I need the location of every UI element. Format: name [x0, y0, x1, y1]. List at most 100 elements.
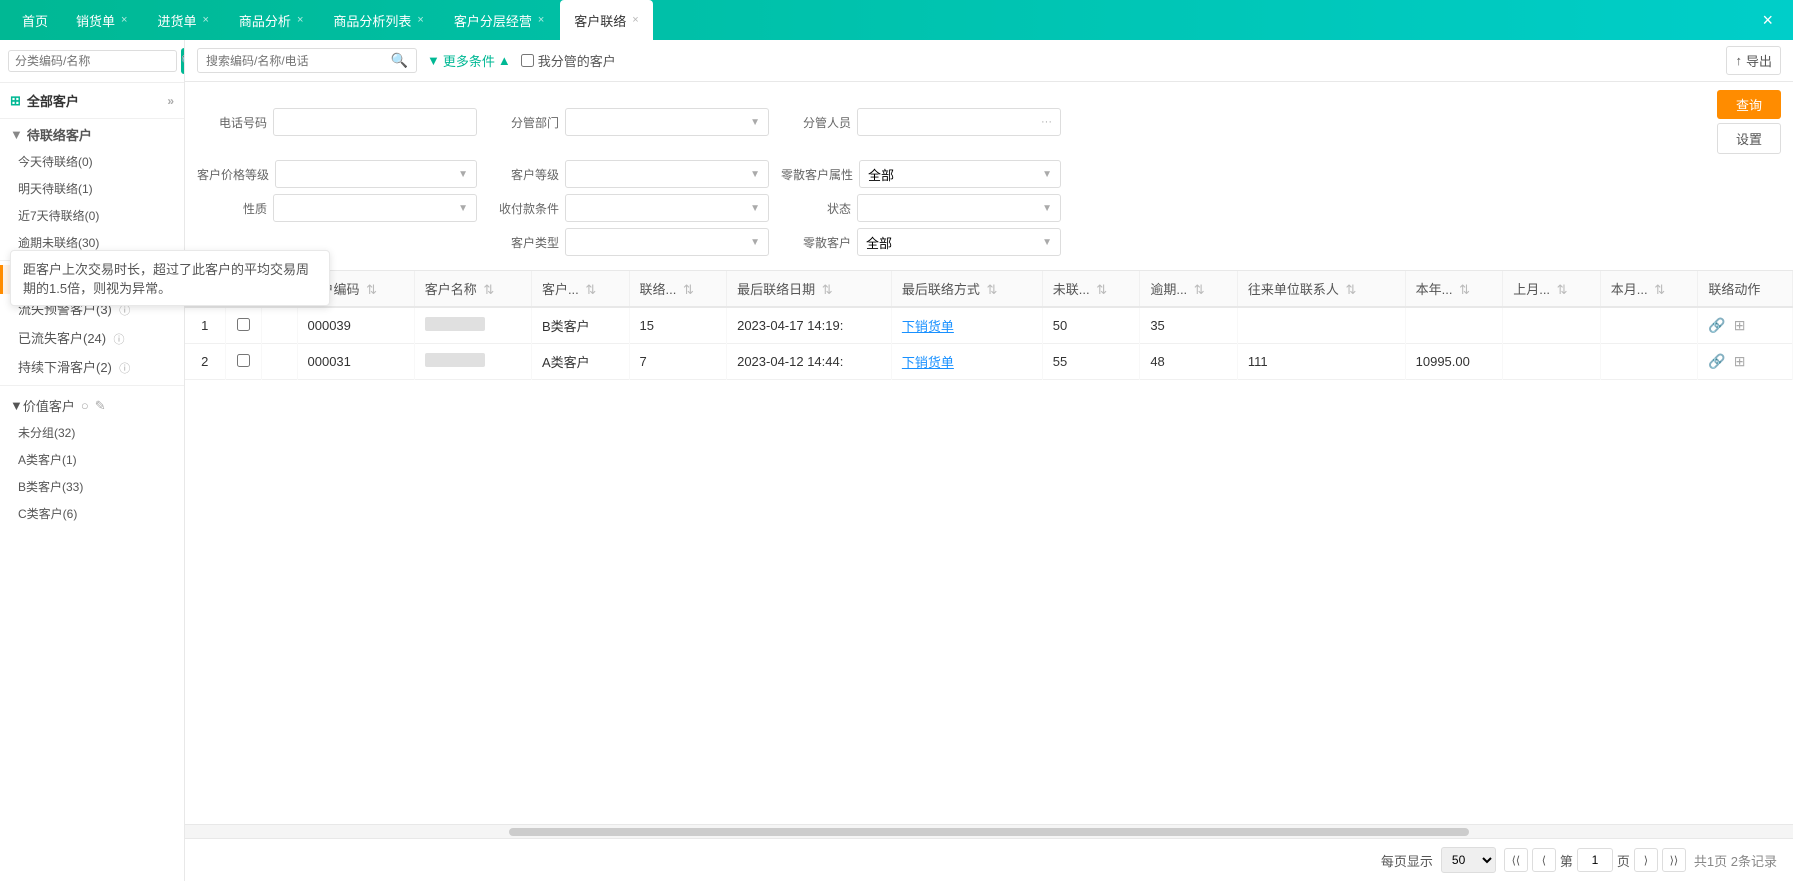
dept-select[interactable]: ▼ [565, 108, 769, 136]
dept-label: 分管部门 [489, 114, 559, 131]
sidebar-item-7days[interactable]: 近7天待联络(0) [0, 202, 184, 229]
customer-type-select[interactable]: ▼ [565, 228, 769, 256]
sidebar-item-tomorrow[interactable]: 明天待联络(1) [0, 175, 184, 202]
page-number-input[interactable] [1577, 848, 1613, 872]
edit-icon[interactable]: ○ [81, 398, 89, 413]
per-page-select[interactable]: 50 100 200 [1441, 847, 1496, 873]
retail-attr-field: 零散客户属性 全部 ▼ [781, 160, 1061, 188]
customer-level-chevron-down-icon: ▼ [750, 169, 760, 180]
filter-row-3: 性质 ▼ 收付款条件 ▼ 状态 [197, 194, 1781, 222]
close-product-list-tab[interactable]: × [417, 14, 423, 26]
row2-checkbox[interactable] [237, 354, 250, 367]
close-product-analysis-tab[interactable]: × [297, 14, 303, 26]
payment-select[interactable]: ▼ [565, 194, 769, 222]
nav-tab-sales[interactable]: 销货单 × [62, 0, 141, 40]
sidebar-item-ungrouped[interactable]: 未分组(32) [0, 419, 184, 446]
pending-contact-group[interactable]: ▼ 待联络客户 [0, 119, 184, 148]
close-sales-tab[interactable]: × [121, 14, 127, 26]
col-last-month[interactable]: 上月... ⇅ [1503, 271, 1601, 307]
all-customers-title[interactable]: ⊞ 全部客户 » [0, 83, 184, 119]
sort-icon-overdue: ⇅ [1194, 282, 1205, 297]
nav-tab-purchase[interactable]: 进货单 × [143, 0, 222, 40]
phone-input[interactable] [273, 108, 477, 136]
sort-icon-unit: ⇅ [1346, 282, 1357, 297]
settings-button[interactable]: 设置 [1717, 123, 1781, 154]
row2-this-month [1600, 344, 1698, 380]
search-icon[interactable]: 🔍 [391, 52, 408, 69]
sidebar: 🔍 ⊞ 全部客户 » ▼ 待联络客户 今天待联络(0) 明天待联络(1) 近7天… [0, 40, 185, 881]
row2-name [414, 344, 531, 380]
close-customer-contact-tab[interactable]: × [632, 14, 638, 26]
sidebar-item-c-class[interactable]: C类客户(6) [0, 500, 184, 527]
col-this-month[interactable]: 本月... ⇅ [1600, 271, 1698, 307]
close-purchase-tab[interactable]: × [202, 14, 208, 26]
col-uncontacted[interactable]: 未联... ⇅ [1042, 271, 1140, 307]
horizontal-scrollbar[interactable] [185, 824, 1793, 838]
retail-attr-value: 全部 [868, 165, 894, 184]
col-last-date[interactable]: 最后联络日期 ⇅ [727, 271, 892, 307]
status-label: 状态 [781, 200, 851, 217]
row2-actions: 🔗 ⊞ [1698, 344, 1793, 380]
col-customer-type[interactable]: 客户... ⇅ [531, 271, 629, 307]
sidebar-item-declining[interactable]: 持续下滑客户(2) ⓘ [0, 352, 184, 381]
col-overdue[interactable]: 逾期... ⇅ [1140, 271, 1238, 307]
row2-link-icon[interactable]: 🔗 [1708, 353, 1725, 370]
row2-type: A类客户 [531, 344, 629, 380]
sort-icon-method: ⇅ [987, 282, 998, 297]
row1-link-icon[interactable]: 🔗 [1708, 317, 1725, 334]
window-close-button[interactable]: × [1752, 10, 1783, 31]
row1-actions: 🔗 ⊞ [1698, 307, 1793, 344]
sidebar-item-a-class[interactable]: A类客户(1) [0, 446, 184, 473]
my-customer-checkbox[interactable] [521, 54, 534, 67]
retail-attr-label: 零散客户属性 [781, 166, 853, 183]
prev-page-button[interactable]: ⟨ [1532, 848, 1556, 872]
nav-tab-customer-mgmt[interactable]: 客户分层经营 × [440, 0, 558, 40]
col-this-year[interactable]: 本年... ⇅ [1405, 271, 1503, 307]
nature-select[interactable]: ▼ [273, 194, 477, 222]
next-page-button[interactable]: ⟩ [1634, 848, 1658, 872]
filter-row-1: 电话号码 分管部门 ▼ 分管人员 ··· [197, 90, 1781, 154]
status-chevron-down-icon: ▼ [1042, 203, 1052, 214]
nav-tab-product-analysis[interactable]: 商品分析 × [225, 0, 317, 40]
status-select[interactable]: ▼ [857, 194, 1061, 222]
more-conditions-button[interactable]: ▼ 更多条件 ▲ [427, 51, 511, 70]
search-input[interactable] [206, 54, 391, 68]
sort-icon-type: ⇅ [585, 282, 596, 297]
row2-grid-icon[interactable]: ⊞ [1734, 353, 1746, 370]
price-level-field: 客户价格等级 ▼ [197, 160, 477, 188]
pencil-icon[interactable]: ✎ [95, 398, 106, 414]
my-customer-filter[interactable]: 我分管的客户 [521, 51, 616, 70]
sidebar-item-b-class[interactable]: B类客户(33) [0, 473, 184, 500]
row1-last-method[interactable]: 下销货单 [891, 307, 1042, 344]
close-customer-mgmt-tab[interactable]: × [538, 14, 544, 26]
retail-attr-select[interactable]: 全部 ▼ [859, 160, 1061, 188]
price-level-select[interactable]: ▼ [275, 160, 477, 188]
nav-tab-product-list[interactable]: 商品分析列表 × [319, 0, 437, 40]
last-page-button[interactable]: ⟩⟩ [1662, 848, 1686, 872]
sidebar-search-input[interactable] [8, 50, 177, 72]
payment-chevron-down-icon: ▼ [750, 203, 760, 214]
col-customer-name[interactable]: 客户名称 ⇅ [414, 271, 531, 307]
query-button[interactable]: 查询 [1717, 90, 1781, 119]
nav-tab-home[interactable]: 首页 [10, 11, 60, 30]
content-area: 🔍 ▼ 更多条件 ▲ 我分管的客户 ↑ 导出 [185, 40, 1793, 881]
retail-customer-select[interactable]: 全部 ▼ [857, 228, 1061, 256]
row1-grid-icon[interactable]: ⊞ [1734, 317, 1746, 334]
first-page-button[interactable]: ⟨⟨ [1504, 848, 1528, 872]
collapse-icon[interactable]: » [167, 94, 174, 108]
export-button[interactable]: ↑ 导出 [1726, 46, 1781, 75]
col-contact-count[interactable]: 联络... ⇅ [629, 271, 727, 307]
customer-level-select[interactable]: ▼ [565, 160, 769, 188]
row2-last-method[interactable]: 下销货单 [891, 344, 1042, 380]
sidebar-item-today[interactable]: 今天待联络(0) [0, 148, 184, 175]
scroll-thumb[interactable] [509, 828, 1469, 836]
sidebar-item-churned[interactable]: 已流失客户(24) ⓘ [0, 323, 184, 352]
manager-select[interactable]: ··· [857, 108, 1061, 136]
col-last-method[interactable]: 最后联络方式 ⇅ [891, 271, 1042, 307]
row1-action-icons: 🔗 ⊞ [1708, 317, 1782, 334]
row1-checkbox[interactable] [237, 318, 250, 331]
col-unit-contact[interactable]: 往来单位联系人 ⇅ [1237, 271, 1405, 307]
nav-tab-customer-contact[interactable]: 客户联络 × [560, 0, 652, 40]
top-navigation: 首页 销货单 × 进货单 × 商品分析 × 商品分析列表 × 客户分层经营 × … [0, 0, 1793, 40]
row2-name-blur [425, 353, 485, 367]
